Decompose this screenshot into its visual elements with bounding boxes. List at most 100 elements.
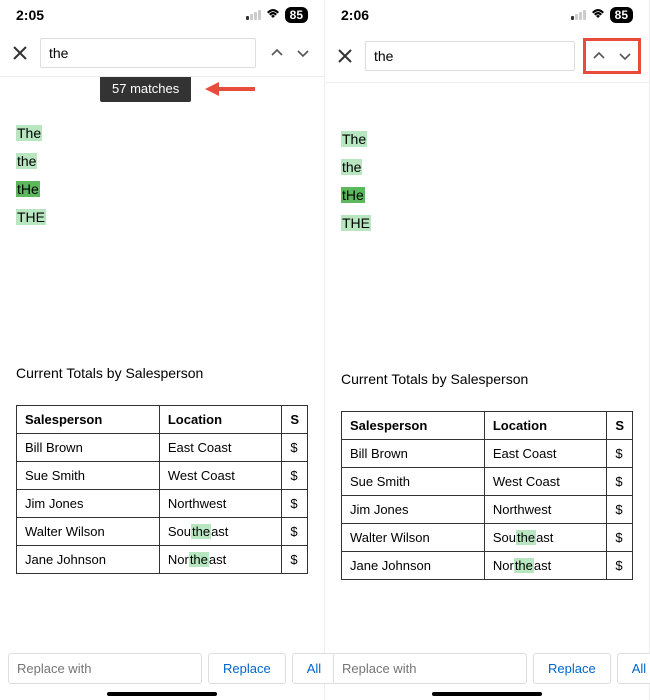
table-cell: Bill Brown — [342, 440, 485, 468]
next-button[interactable] — [290, 38, 316, 68]
highlight: THE — [16, 209, 46, 225]
highlight: tHe — [16, 181, 40, 197]
table-header: Location — [484, 412, 606, 440]
prev-button[interactable] — [264, 38, 290, 68]
search-bar — [325, 30, 649, 83]
table-row: Jane JohnsonNortheast$ — [342, 552, 633, 580]
text-line: the — [16, 153, 308, 169]
table-cell: $ — [607, 468, 633, 496]
table-row: Jim JonesNorthwest$ — [17, 490, 308, 518]
text-line: The — [341, 131, 633, 147]
table-cell: Northeast — [484, 552, 606, 580]
table-cell: West Coast — [159, 462, 281, 490]
text-line: The — [16, 125, 308, 141]
table-cell: $ — [607, 552, 633, 580]
close-icon[interactable] — [8, 41, 32, 65]
table-cell: $ — [607, 524, 633, 552]
table-row: Walter WilsonSoutheast$ — [342, 524, 633, 552]
table-header: S — [282, 406, 308, 434]
table-cell: $ — [607, 496, 633, 524]
signal-icon — [246, 10, 261, 20]
battery-icon: 85 — [610, 7, 633, 23]
search-bar — [0, 30, 324, 77]
match-count-tooltip: 57 matches — [100, 77, 191, 102]
table-cell: Bill Brown — [17, 434, 160, 462]
table-row: Sue SmithWest Coast$ — [342, 468, 633, 496]
replace-button[interactable]: Replace — [208, 653, 286, 684]
search-input[interactable] — [365, 41, 575, 71]
highlight: the — [341, 159, 362, 175]
next-button[interactable] — [612, 41, 638, 71]
highlight: tHe — [341, 187, 365, 203]
replace-bar: ReplaceAll — [325, 653, 649, 684]
table-cell: East Coast — [159, 434, 281, 462]
table-cell: $ — [282, 546, 308, 574]
data-table: SalespersonLocationSBill BrownEast Coast… — [16, 405, 308, 574]
table-cell: Jim Jones — [342, 496, 485, 524]
close-icon[interactable] — [333, 44, 357, 68]
word-list: The the tHe THE — [341, 131, 633, 231]
table-row: Sue SmithWest Coast$ — [17, 462, 308, 490]
document-content: 57 matches The the tHe THE Current Totals by … — [0, 77, 324, 586]
all-button[interactable]: All — [617, 653, 650, 684]
highlight: The — [341, 131, 367, 147]
text-line: tHe — [341, 187, 633, 203]
search-input[interactable] — [40, 38, 256, 68]
table-header: Location — [159, 406, 281, 434]
replace-bar: ReplaceAll — [0, 653, 324, 684]
table-cell: Jane Johnson — [342, 552, 485, 580]
table-row: Jim JonesNorthwest$ — [342, 496, 633, 524]
table-cell: Jane Johnson — [17, 546, 160, 574]
highlight: The — [16, 125, 42, 141]
table-cell: Southeast — [484, 524, 606, 552]
table-cell: Sue Smith — [17, 462, 160, 490]
table-cell: Jim Jones — [17, 490, 160, 518]
table-cell: $ — [282, 518, 308, 546]
table-row: Jane JohnsonNortheast$ — [17, 546, 308, 574]
word-list: The the tHe THE — [16, 125, 308, 225]
highlight: THE — [341, 215, 371, 231]
table-cell: Northwest — [484, 496, 606, 524]
wifi-icon — [590, 7, 606, 23]
table-cell: Northeast — [159, 546, 281, 574]
text-line: tHe — [16, 181, 308, 197]
highlight: the — [16, 153, 37, 169]
table-cell: $ — [282, 434, 308, 462]
table-header: S — [607, 412, 633, 440]
replace-button[interactable]: Replace — [533, 653, 611, 684]
prev-button[interactable] — [586, 41, 612, 71]
table-row: Walter WilsonSoutheast$ — [17, 518, 308, 546]
text-line: THE — [341, 215, 633, 231]
status-right: 85 — [246, 7, 308, 23]
signal-icon — [571, 10, 586, 20]
status-bar: 2:06 85 — [325, 0, 649, 30]
table-cell: Walter Wilson — [342, 524, 485, 552]
table-cell: West Coast — [484, 468, 606, 496]
replace-input[interactable] — [333, 653, 527, 684]
wifi-icon — [265, 7, 281, 23]
text-line: the — [341, 159, 633, 175]
section-title: Current Totals by Salesperson — [341, 371, 633, 387]
status-bar: 2:0585 — [0, 0, 324, 30]
table-row: Bill BrownEast Coast$ — [17, 434, 308, 462]
table-cell: East Coast — [484, 440, 606, 468]
table-header: Salesperson — [17, 406, 160, 434]
document-content: The the tHe THE Current Totals by Salesperso… — [325, 83, 649, 592]
nav-buttons — [583, 38, 641, 74]
table-cell: Sue Smith — [342, 468, 485, 496]
replace-input[interactable] — [8, 653, 202, 684]
table-cell: $ — [607, 440, 633, 468]
nav-buttons — [264, 38, 316, 68]
status-right: 85 — [571, 7, 633, 23]
data-table: SalespersonLocationSBill BrownEast Coast… — [341, 411, 633, 580]
table-cell: Northwest — [159, 490, 281, 518]
home-indicator — [107, 692, 217, 696]
section-title: Current Totals by Salesperson — [16, 365, 308, 381]
table-header: Salesperson — [342, 412, 485, 440]
status-time: 2:06 — [341, 7, 369, 23]
table-cell: $ — [282, 490, 308, 518]
home-indicator — [432, 692, 542, 696]
table-cell: Southeast — [159, 518, 281, 546]
table-row: Bill BrownEast Coast$ — [342, 440, 633, 468]
text-line: THE — [16, 209, 308, 225]
